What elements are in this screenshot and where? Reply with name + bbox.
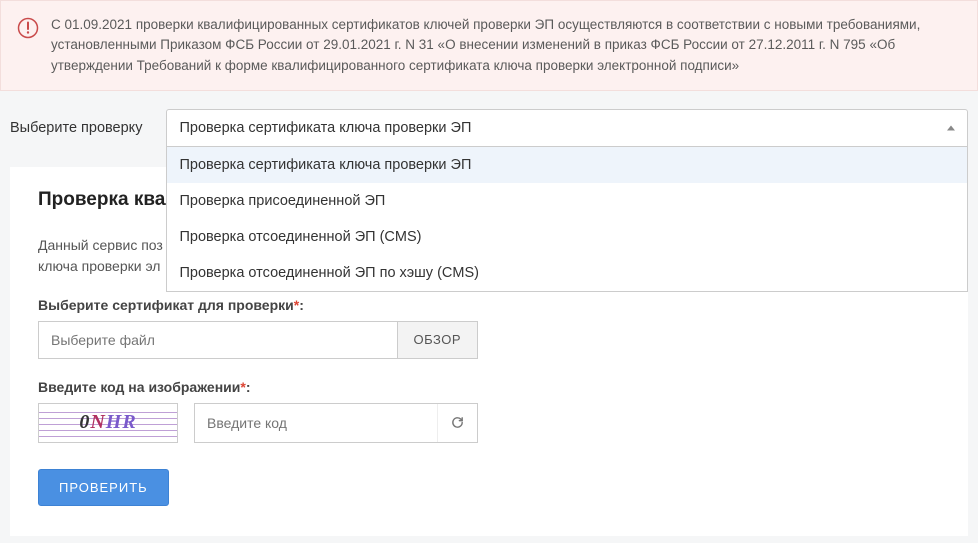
check-type-selected: Проверка сертификата ключа проверки ЭП [179, 120, 471, 136]
check-type-label: Выберите проверку [10, 120, 142, 136]
label-text: Выберите сертификат для проверки [38, 297, 294, 313]
captcha-text: 0NHR [79, 411, 136, 434]
check-type-toggle[interactable]: Проверка сертификата ключа проверки ЭП [166, 109, 968, 147]
colon: : [299, 297, 304, 313]
captcha-input-group [194, 403, 478, 443]
captcha-image: 0NHR [38, 403, 178, 443]
cert-field-label: Выберите сертификат для проверки*: [38, 297, 940, 313]
submit-button[interactable]: ПРОВЕРИТЬ [38, 469, 169, 506]
check-type-option[interactable]: Проверка отсоединенной ЭП по хэшу (CMS) [167, 255, 967, 291]
notice-text: С 01.09.2021 проверки квалифицированных … [51, 15, 961, 76]
check-type-option[interactable]: Проверка отсоединенной ЭП (CMS) [167, 219, 967, 255]
captcha-refresh-button[interactable] [437, 404, 477, 442]
check-type-option[interactable]: Проверка присоединенной ЭП [167, 183, 967, 219]
check-type-row: Выберите проверку Проверка сертификата к… [0, 91, 978, 147]
refresh-icon [450, 415, 465, 430]
notice-banner: С 01.09.2021 проверки квалифицированных … [0, 0, 978, 91]
check-type-option[interactable]: Проверка сертификата ключа проверки ЭП [167, 147, 967, 183]
captcha-input[interactable] [195, 404, 437, 442]
file-picker: ОБЗОР [38, 321, 478, 359]
check-type-menu: Проверка сертификата ключа проверки ЭП П… [166, 147, 968, 292]
chevron-up-icon [947, 125, 955, 130]
colon: : [246, 379, 251, 395]
captcha-row: 0NHR [38, 403, 478, 443]
label-text: Введите код на изображении [38, 379, 240, 395]
warning-icon [17, 17, 39, 39]
browse-button[interactable]: ОБЗОР [397, 321, 479, 359]
desc-line: ключа проверки эл [38, 258, 160, 274]
desc-line: Данный сервис поз [38, 237, 163, 253]
check-type-dropdown: Проверка сертификата ключа проверки ЭП П… [166, 109, 968, 147]
captcha-field-label: Введите код на изображении*: [38, 379, 940, 395]
file-name-input[interactable] [38, 321, 397, 359]
